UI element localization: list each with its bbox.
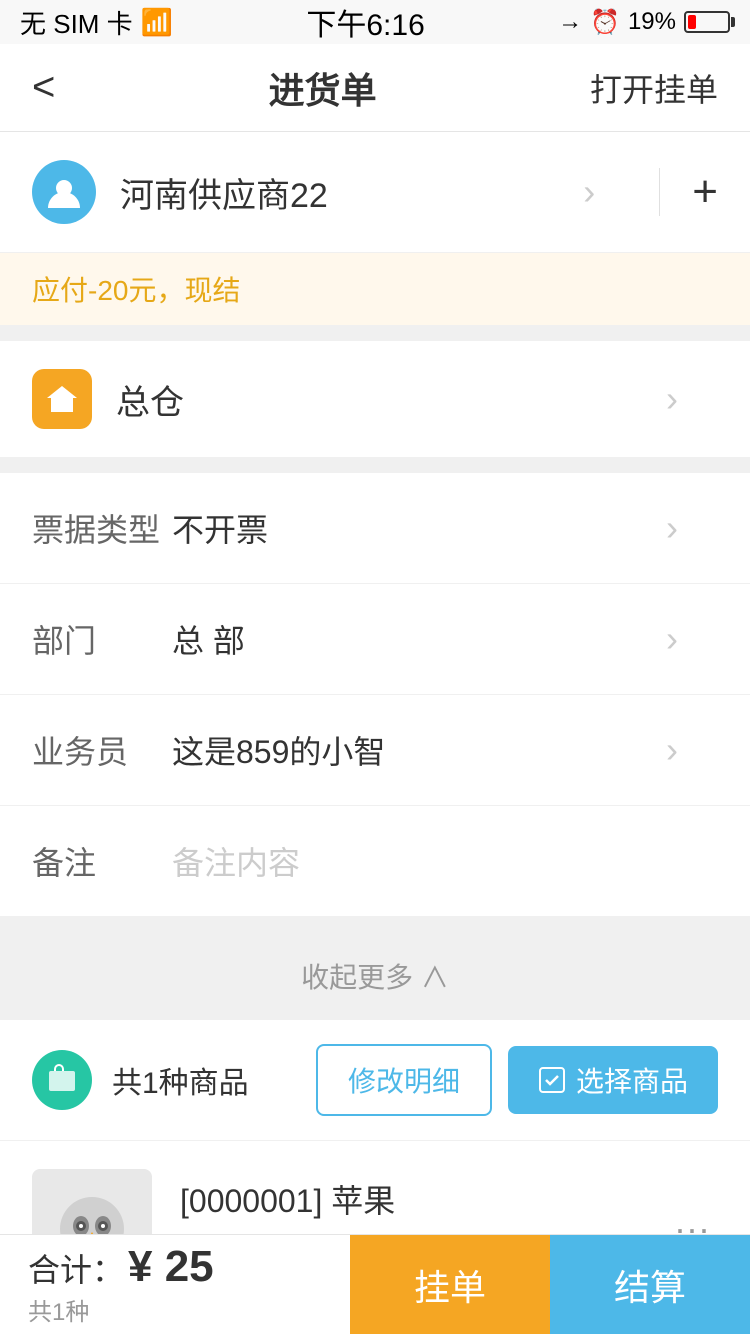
product-count: 共1种商品 (112, 1058, 316, 1102)
notice-bar: 应付-20元，现结 (0, 253, 750, 325)
remark-row[interactable]: 备注 备注内容 (0, 806, 750, 916)
warehouse-icon (32, 369, 92, 429)
status-left: 无 SIM 卡 📶 (20, 4, 173, 41)
status-time: 下午6:16 (306, 0, 424, 44)
battery-percent: 19% (628, 8, 676, 36)
checkout-button[interactable]: 结算 (550, 1235, 750, 1334)
wifi-icon: 📶 (141, 7, 173, 38)
supplier-name: 河南供应商22 (120, 168, 583, 217)
salesperson-value: 这是859的小智 (172, 727, 666, 773)
select-icon (538, 1066, 566, 1094)
product-title: 苹果 (331, 1183, 395, 1219)
supplier-avatar (32, 160, 96, 224)
form-card: 票据类型 不开票 › 部门 总 部 › 业务员 这是859的小智 › 备注 备注… (0, 473, 750, 916)
supplier-row[interactable]: 河南供应商22 › + (0, 132, 750, 253)
salesperson-label: 业务员 (32, 727, 172, 773)
remark-placeholder: 备注内容 (172, 838, 718, 884)
home-icon (45, 382, 79, 416)
product-header: 共1种商品 修改明细 选择商品 (0, 1020, 750, 1141)
battery-icon (684, 11, 730, 33)
alarm-icon: ⏰ (590, 8, 620, 37)
total-section: 合计： ¥ 25 共1种 (0, 1235, 350, 1334)
collapse-label: 收起更多 ∧ (301, 962, 449, 993)
warehouse-row[interactable]: 总仓 › (0, 341, 750, 457)
total-count: 共1种 (28, 1292, 322, 1327)
warehouse-name: 总仓 (116, 375, 666, 424)
total-label: 合计： (28, 1245, 124, 1291)
select-product-label: 选择商品 (576, 1060, 688, 1100)
add-button[interactable]: + (692, 167, 718, 217)
hang-order-button[interactable]: 挂单 (350, 1235, 550, 1334)
supplier-card: 河南供应商22 › + 应付-20元，现结 (0, 132, 750, 325)
chevron-right-icon: › (666, 378, 678, 420)
department-label: 部门 (32, 616, 172, 662)
invoice-type-value: 不开票 (172, 505, 666, 551)
main-content: 河南供应商22 › + 应付-20元，现结 总仓 › 票据类型 不开票 › (0, 132, 750, 1317)
status-right: → ⏰ 19% (558, 8, 730, 37)
select-product-button[interactable]: 选择商品 (508, 1046, 718, 1114)
invoice-type-label: 票据类型 (32, 505, 172, 551)
status-bar: 无 SIM 卡 📶 下午6:16 → ⏰ 19% (0, 0, 750, 44)
total-amount: ¥ 25 (128, 1242, 214, 1292)
product-code: [0000001] (180, 1183, 331, 1219)
chevron-right-icon: › (583, 171, 595, 213)
chevron-right-icon: › (666, 729, 678, 771)
page-title: 进货单 (269, 62, 377, 114)
warehouse-card[interactable]: 总仓 › (0, 341, 750, 457)
chevron-right-icon: › (666, 507, 678, 549)
carrier-text: 无 SIM 卡 (20, 4, 133, 41)
notice-text: 应付-20元，现结 (32, 275, 240, 306)
department-value: 总 部 (172, 616, 666, 662)
department-row[interactable]: 部门 总 部 › (0, 584, 750, 695)
remark-label: 备注 (32, 838, 172, 884)
user-icon (46, 174, 82, 210)
nav-bar: < 进货单 打开挂单 (0, 44, 750, 132)
product-icon (32, 1050, 92, 1110)
location-icon: → (558, 8, 582, 36)
open-pending-button[interactable]: 打开挂单 (590, 65, 718, 111)
product-name: [0000001] 苹果 (180, 1176, 666, 1222)
collapse-toggle[interactable]: 收起更多 ∧ (0, 932, 750, 1020)
bottom-bar: 合计： ¥ 25 共1种 挂单 结算 (0, 1234, 750, 1334)
salesperson-row[interactable]: 业务员 这是859的小智 › (0, 695, 750, 806)
cart-icon (45, 1063, 79, 1097)
invoice-type-row[interactable]: 票据类型 不开票 › (0, 473, 750, 584)
back-button[interactable]: < (32, 65, 55, 110)
chevron-right-icon: › (666, 618, 678, 660)
divider (659, 168, 660, 216)
edit-detail-button[interactable]: 修改明细 (316, 1044, 492, 1116)
